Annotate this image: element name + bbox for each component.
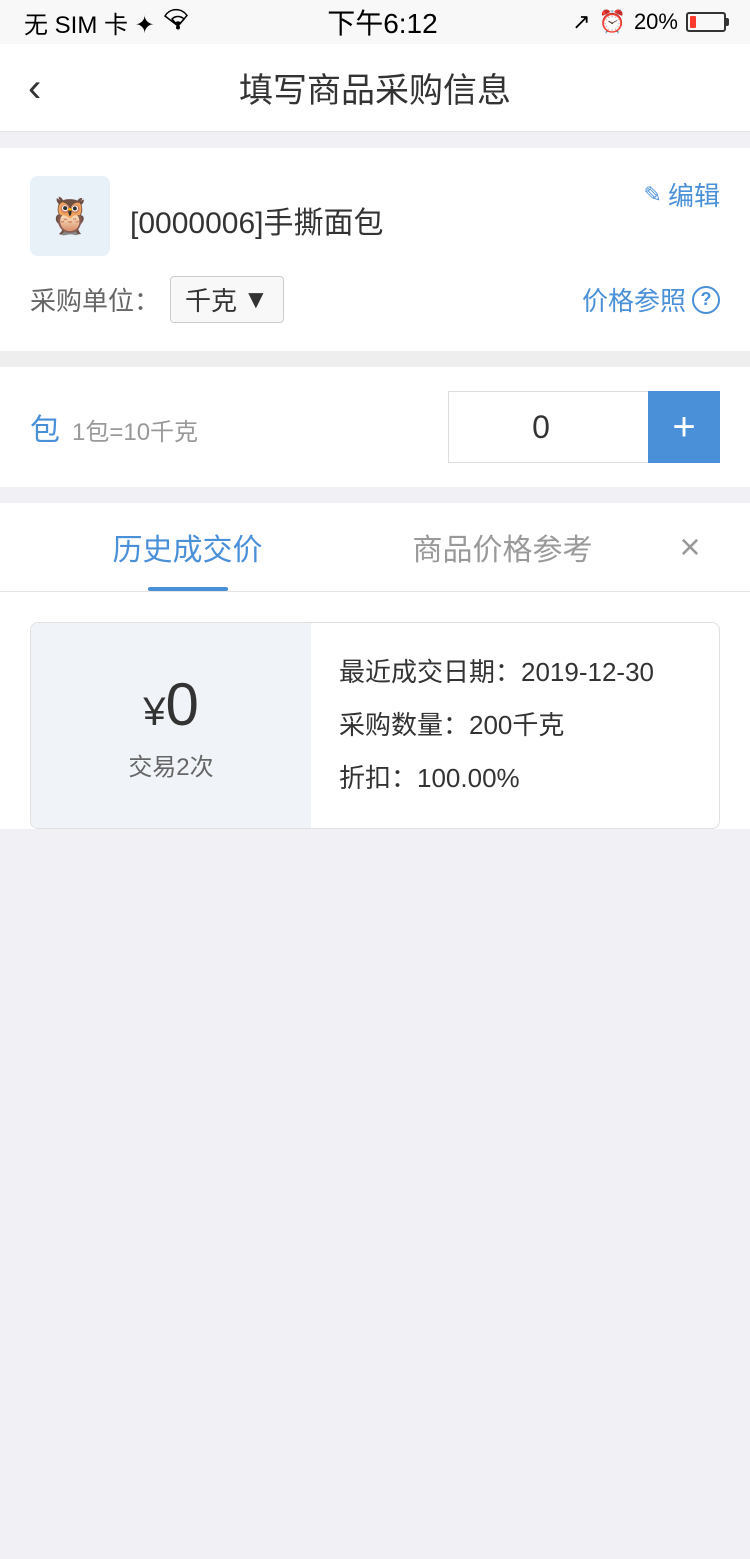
purchase-qty-row: 采购数量：200千克 (339, 706, 691, 745)
dropdown-arrow-icon: ▼ (243, 284, 269, 315)
latest-date-value: 2019-12-30 (521, 657, 654, 687)
edit-label: 编辑 (668, 176, 720, 213)
tab-close-button[interactable]: × (660, 503, 720, 591)
page-background (0, 859, 750, 1559)
unit-value: 千克 (185, 281, 237, 318)
quantity-row: 包 1包=10千克 + (0, 367, 750, 487)
discount-row: 折扣：100.00% (339, 759, 691, 798)
tabs-section: 历史成交价 商品价格参考 × ¥0 交易2次 最近成交日期：2019-12-30… (0, 503, 750, 829)
nav-bar: ‹ 填写商品采购信息 (0, 44, 750, 132)
product-logo-icon: 🦉 (48, 195, 93, 237)
currency-symbol: ¥ (143, 690, 165, 734)
product-name: [0000006]手撕面包 (130, 190, 383, 242)
location-icon: ↗ (572, 9, 590, 35)
price-summary: ¥0 交易2次 (31, 623, 311, 828)
discount-value: 100.00% (417, 763, 520, 793)
tab-product-price-ref[interactable]: 商品价格参考 (345, 503, 660, 591)
section-divider (0, 351, 750, 367)
quantity-input-group: + (448, 391, 720, 463)
battery-percent: 20% (634, 9, 678, 35)
price-details: 最近成交日期：2019-12-30 采购数量：200千克 折扣：100.00% (311, 623, 719, 828)
edit-icon: ✎ (644, 182, 662, 208)
latest-date-label: 最近成交日期： (339, 657, 521, 687)
sim-signal-text: 无 SIM 卡 ✦ (24, 5, 155, 40)
status-right: ↗ ⏰ 20% (572, 9, 726, 35)
product-card: 🦉 [0000006]手撕面包 ✎ 编辑 采购单位： 千克 ▼ 价格参照 ? (0, 148, 750, 351)
price-ref-label: 价格参照 (582, 281, 686, 318)
product-info: 🦉 [0000006]手撕面包 (30, 176, 383, 256)
price-amount: ¥0 (143, 670, 199, 739)
status-left: 无 SIM 卡 ✦ (24, 5, 193, 40)
product-header: 🦉 [0000006]手撕面包 ✎ 编辑 (30, 176, 720, 256)
product-thumbnail: 🦉 (30, 176, 110, 256)
battery-icon (686, 12, 726, 32)
wifi-icon (163, 8, 193, 37)
tabs-header: 历史成交价 商品价格参考 × (0, 503, 750, 592)
edit-button[interactable]: ✎ 编辑 (644, 176, 720, 213)
quantity-input[interactable] (448, 391, 648, 463)
price-ref-button[interactable]: 价格参照 ? (582, 281, 720, 318)
price-ref-help-icon: ? (692, 286, 720, 314)
product-unit-row: 采购单位： 千克 ▼ 价格参照 ? (30, 276, 720, 323)
back-button[interactable]: ‹ (28, 68, 41, 108)
quantity-unit-label: 包 (30, 405, 60, 449)
purchase-qty-value: 200千克 (469, 710, 564, 740)
tab-history-price[interactable]: 历史成交价 (30, 503, 345, 591)
status-time: 下午6:12 (327, 2, 438, 42)
price-value: 0 (165, 671, 198, 738)
alarm-icon: ⏰ (599, 9, 626, 35)
quantity-info: 包 1包=10千克 (30, 405, 198, 449)
discount-label: 折扣： (339, 763, 417, 793)
price-card: ¥0 交易2次 最近成交日期：2019-12-30 采购数量：200千克 折扣：… (30, 622, 720, 829)
quantity-conversion-hint: 1包=10千克 (72, 412, 198, 447)
trade-count: 交易2次 (128, 747, 213, 782)
purchase-qty-label: 采购数量： (339, 710, 469, 740)
unit-select-dropdown[interactable]: 千克 ▼ (170, 276, 284, 323)
quantity-plus-button[interactable]: + (648, 391, 720, 463)
latest-date-row: 最近成交日期：2019-12-30 (339, 653, 691, 692)
unit-label: 采购单位： 千克 ▼ (30, 276, 284, 323)
page-title: 填写商品采购信息 (239, 63, 511, 112)
status-bar: 无 SIM 卡 ✦ 下午6:12 ↗ ⏰ 20% (0, 0, 750, 44)
